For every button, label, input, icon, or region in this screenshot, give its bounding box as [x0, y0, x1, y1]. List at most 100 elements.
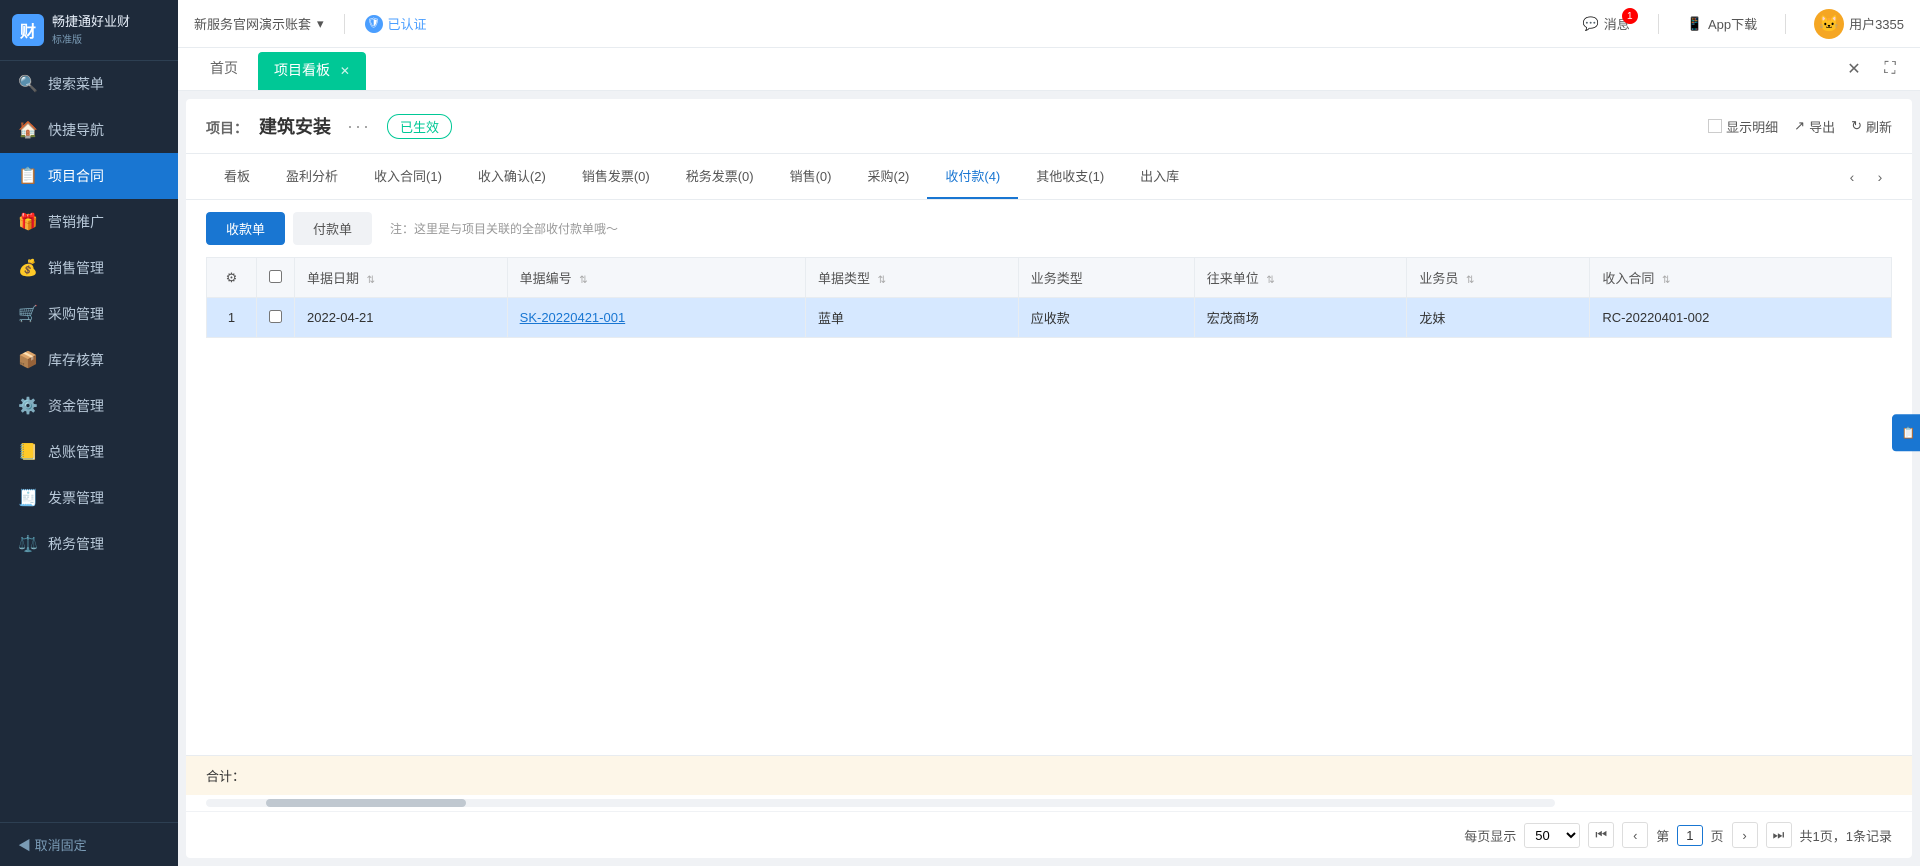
sub-tab-income-confirm[interactable]: 收入确认(2) — [460, 154, 564, 199]
sidebar-item-search[interactable]: 🔍 搜索菜单 — [0, 61, 178, 107]
sub-tab-tax-invoice-label: 税务发票(0) — [686, 169, 754, 184]
export-label: 导出 — [1809, 117, 1835, 136]
row-checkbox[interactable] — [269, 310, 282, 323]
sidebar-item-invoice[interactable]: 🧾 发票管理 — [0, 475, 178, 521]
sidebar-item-purchase[interactable]: 🛒 采购管理 — [0, 291, 178, 337]
topbar-divider2 — [1658, 14, 1659, 34]
column-date-label: 单据日期 — [307, 271, 359, 286]
refresh-button[interactable]: ↻ 刷新 — [1851, 117, 1892, 136]
sidebar-item-inventory[interactable]: 📦 库存核算 — [0, 337, 178, 383]
tab-close-icon[interactable]: ✕ — [340, 64, 350, 78]
row-date-value: 2022-04-21 — [307, 310, 374, 325]
show-detail-toggle[interactable]: 显示明细 — [1708, 117, 1778, 136]
current-page[interactable]: 1 — [1677, 825, 1702, 846]
show-detail-label: 显示明细 — [1726, 117, 1778, 136]
sidebar-item-sales[interactable]: 💰 销售管理 — [0, 245, 178, 291]
sub-tab-sales-label: 销售(0) — [790, 169, 832, 184]
sort-icon: ⇅ — [878, 275, 886, 286]
page-suffix: 页 — [1711, 826, 1724, 845]
sub-tab-other-income[interactable]: 其他收支(1) — [1018, 154, 1122, 199]
gift-icon: 🎁 — [18, 212, 38, 232]
scrollbar-thumb[interactable] — [266, 799, 466, 807]
row-number-cell[interactable]: SK-20220421-001 — [507, 298, 805, 338]
per-page-label: 每页显示 — [1464, 826, 1516, 845]
sub-tab-in-out-label: 出入库 — [1140, 169, 1179, 184]
message-button[interactable]: 💬 消息 1 — [1583, 14, 1630, 33]
table-header-number[interactable]: 单据编号 ⇅ — [507, 258, 805, 298]
sub-tab-next-button[interactable]: › — [1868, 165, 1892, 189]
pagination-next-button[interactable]: › — [1732, 822, 1758, 848]
sub-tab-profit[interactable]: 盈利分析 — [268, 154, 356, 199]
sub-tab-sales-invoice[interactable]: 销售发票(0) — [564, 154, 668, 199]
user-menu-button[interactable]: 🐱 用户3355 — [1814, 9, 1904, 39]
sub-tabs-nav: ‹ › — [1840, 165, 1892, 189]
inner-tabs: 收款单 付款单 注：这里是与项目关联的全部收付款单哦～ — [186, 200, 1912, 245]
first-page-icon: ⏮ — [1595, 827, 1607, 843]
tax-icon: ⚖️ — [18, 534, 38, 554]
sidebar-item-project-contract[interactable]: 📋 项目合同 — [0, 153, 178, 199]
horizontal-scrollbar[interactable] — [186, 795, 1912, 811]
table-header-business-type: 业务类型 — [1018, 258, 1194, 298]
sub-tab-purchase[interactable]: 采购(2) — [849, 154, 927, 199]
certified-label: 已认证 — [388, 14, 427, 33]
sub-tab-prev-button[interactable]: ‹ — [1840, 165, 1864, 189]
table-header-date[interactable]: 单据日期 ⇅ — [295, 258, 508, 298]
refresh-label: 刷新 — [1866, 117, 1892, 136]
close-window-button[interactable]: ✕ — [1840, 55, 1868, 83]
pagination-last-button[interactable]: ⏭ — [1766, 822, 1792, 848]
sidebar-item-tax[interactable]: ⚖️ 税务管理 — [0, 521, 178, 567]
sub-tab-receipt[interactable]: 收付款(4) — [927, 154, 1018, 199]
row-checkbox-cell[interactable] — [257, 298, 295, 338]
pagination-prev-button[interactable]: ‹ — [1622, 822, 1648, 848]
sub-tab-income-contract[interactable]: 收入合同(1) — [356, 154, 460, 199]
per-page-select[interactable]: 50 100 200 — [1524, 823, 1580, 848]
select-all-checkbox[interactable] — [269, 270, 282, 283]
column-partner-label: 往来单位 — [1207, 271, 1259, 286]
app-download-button[interactable]: 📱 App下载 — [1687, 14, 1757, 33]
sort-icon: ⇅ — [579, 275, 587, 286]
sidebar-item-fund[interactable]: ⚙️ 资金管理 — [0, 383, 178, 429]
project-header-actions: 显示明细 ↗ 导出 ↻ 刷新 — [1708, 117, 1892, 136]
project-more-button[interactable]: ··· — [347, 116, 371, 137]
row-type-cell: 蓝单 — [806, 298, 1019, 338]
inner-tab-payment[interactable]: 付款单 — [293, 212, 372, 245]
table-header-income-contract[interactable]: 收入合同 ⇅ — [1590, 258, 1892, 298]
sidebar-item-label: 销售管理 — [48, 258, 104, 278]
row-index-cell: 1 — [207, 298, 257, 338]
sub-tab-sales[interactable]: 销售(0) — [772, 154, 850, 199]
pagination-first-button[interactable]: ⏮ — [1588, 822, 1614, 848]
tab-project-board[interactable]: 项目看板 ✕ — [258, 52, 366, 90]
table-header-checkbox — [257, 258, 295, 298]
home-icon: 🏠 — [18, 120, 38, 140]
sub-tab-other-income-label: 其他收支(1) — [1036, 169, 1104, 184]
table-header-row: ⚙ 单据日期 ⇅ 单据编号 ⇅ — [207, 258, 1892, 298]
sidebar-item-marketing[interactable]: 🎁 营销推广 — [0, 199, 178, 245]
topbar-right: 💬 消息 1 📱 App下载 🐱 用户3355 — [1583, 9, 1904, 39]
sub-tab-in-out[interactable]: 出入库 — [1122, 154, 1197, 199]
inner-tab-receipt[interactable]: 收款单 — [206, 212, 285, 245]
user-avatar: 🐱 — [1814, 9, 1844, 39]
sidebar-item-ledger[interactable]: 📒 总账管理 — [0, 429, 178, 475]
sub-tab-board[interactable]: 看板 — [206, 154, 268, 199]
certified-badge: 🛡 已认证 — [365, 14, 427, 33]
export-button[interactable]: ↗ 导出 — [1794, 117, 1835, 136]
total-records-label: 共1页，1条记录 — [1800, 826, 1892, 845]
sub-tab-tax-invoice[interactable]: 税务发票(0) — [668, 154, 772, 199]
settings-icon[interactable]: ⚙ — [226, 270, 238, 285]
logo-text: 畅捷通好业财 标准版 — [52, 14, 130, 46]
table-header-salesperson[interactable]: 业务员 ⇅ — [1407, 258, 1590, 298]
sidebar-unpin-button[interactable]: ◀ 取消固定 — [0, 822, 178, 866]
table-header-type[interactable]: 单据类型 ⇅ — [806, 258, 1019, 298]
tab-home[interactable]: 首页 — [194, 48, 254, 90]
invoice-icon: 🧾 — [18, 488, 38, 508]
maximize-window-button[interactable]: ⛶ — [1876, 55, 1904, 83]
project-selector[interactable]: 新服务官网演示账套 ▾ — [194, 14, 324, 33]
sidebar-item-quick-nav[interactable]: 🏠 快捷导航 — [0, 107, 178, 153]
right-panel-toggle[interactable]: 📋 — [1892, 414, 1920, 451]
row-number-value[interactable]: SK-20220421-001 — [520, 310, 626, 325]
certified-icon: 🛡 — [365, 15, 383, 33]
table-header-partner[interactable]: 往来单位 ⇅ — [1194, 258, 1407, 298]
show-detail-checkbox[interactable] — [1708, 119, 1722, 133]
sidebar-unpin-label: ◀ 取消固定 — [18, 835, 87, 854]
data-table-container: ⚙ 单据日期 ⇅ 单据编号 ⇅ — [186, 245, 1912, 755]
